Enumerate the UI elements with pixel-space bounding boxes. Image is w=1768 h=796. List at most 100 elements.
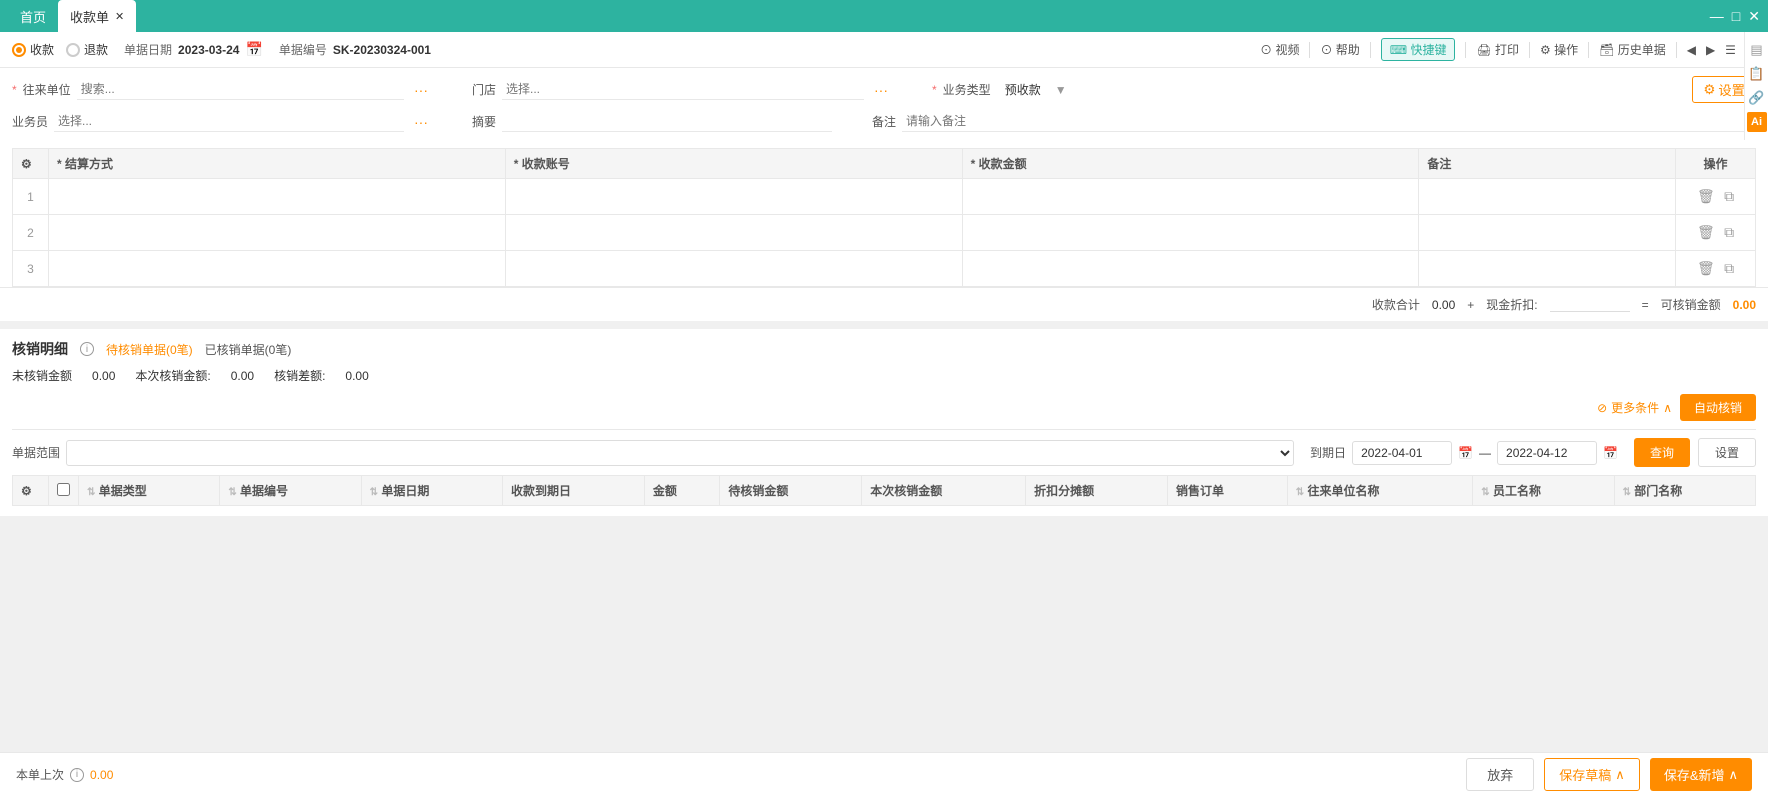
sidebar-ai-icon[interactable]: Ai xyxy=(1747,112,1767,132)
right-sidebar: ▤ 📋 🔗 Ai xyxy=(1744,32,1768,140)
row-2-account[interactable] xyxy=(505,215,962,251)
select-all-checkbox[interactable] xyxy=(57,483,70,496)
table-row: 2 🗑 ⧉ xyxy=(13,215,1756,251)
range-select[interactable] xyxy=(66,440,1294,466)
col-remark: 备注 xyxy=(1419,149,1676,179)
row-2-copy-icon[interactable]: ⧉ xyxy=(1721,224,1737,240)
counterparty-input[interactable] xyxy=(77,79,404,100)
chevron-up-icon: ∧ xyxy=(1663,401,1672,415)
row-2-remark[interactable] xyxy=(1419,215,1676,251)
tab-home[interactable]: 首页 xyxy=(8,0,58,32)
row-3-copy-icon[interactable]: ⧉ xyxy=(1721,260,1737,276)
current-label: 本次核销金额: xyxy=(135,367,210,384)
row-3-remark[interactable] xyxy=(1419,251,1676,287)
section-divider xyxy=(0,321,1768,329)
store-input[interactable] xyxy=(502,79,864,100)
row-1-settle[interactable] xyxy=(49,179,506,215)
tab-bar: 首页 收款单 ✕ — □ ✕ xyxy=(0,0,1768,32)
date-to-input[interactable] xyxy=(1497,441,1597,465)
tab-receipt[interactable]: 收款单 ✕ xyxy=(58,0,136,32)
current-value: 0.00 xyxy=(231,369,254,383)
history-btn[interactable]: 🗃 历史单据 xyxy=(1599,41,1666,58)
date-to-icon[interactable]: 📅 xyxy=(1603,446,1618,460)
total-value: 0.00 xyxy=(1432,298,1455,312)
tab-close-icon[interactable]: ✕ xyxy=(115,10,124,23)
doc-no-field: 单据编号 SK-20230324-001 xyxy=(279,41,431,58)
close-btn[interactable]: ✕ xyxy=(1748,8,1760,25)
bt-col-checkbox[interactable] xyxy=(49,476,79,506)
salesman-input[interactable] xyxy=(54,111,404,132)
help-btn[interactable]: ⊙ 帮助 xyxy=(1320,41,1359,58)
row-2-settle[interactable] xyxy=(49,215,506,251)
date-from-icon[interactable]: 📅 xyxy=(1458,446,1473,460)
store-more-btn[interactable]: ··· xyxy=(870,82,892,98)
due-date-label: 到期日 xyxy=(1310,444,1346,461)
radio-refund[interactable]: 退款 xyxy=(66,41,108,58)
bt-col-current: 本次核销金额 xyxy=(862,476,1026,506)
footer-buttons: 放弃 保存草稿 ∧ 保存&新增 ∧ xyxy=(1466,758,1752,791)
remark-label: 备注 xyxy=(872,113,896,130)
video-btn[interactable]: ⊙ 视频 xyxy=(1260,41,1299,58)
save-new-btn[interactable]: 保存&新增 ∧ xyxy=(1650,758,1752,791)
sidebar-table-icon[interactable]: ▤ xyxy=(1747,40,1767,60)
filter-settings-btn[interactable]: 设置 xyxy=(1698,438,1756,467)
doc-no-label: 单据编号 xyxy=(279,41,327,58)
counterparty-more-btn[interactable]: ··· xyxy=(410,82,432,98)
table-row: 3 🗑 ⧉ xyxy=(13,251,1756,287)
row-3-actions: 🗑 ⧉ xyxy=(1676,251,1756,287)
row-1-copy-icon[interactable]: ⧉ xyxy=(1721,188,1737,204)
print-btn[interactable]: 🖨 打印 xyxy=(1476,41,1519,58)
salesman-more-btn[interactable]: ··· xyxy=(410,114,432,130)
shortcut-btn[interactable]: ⌨ 快捷键 xyxy=(1381,38,1456,61)
ops-btn[interactable]: ⚙ 操作 xyxy=(1540,41,1578,58)
abandon-btn[interactable]: 放弃 xyxy=(1466,758,1534,791)
sidebar-clipboard-icon[interactable]: 📋 xyxy=(1747,64,1767,84)
divider-6 xyxy=(1676,42,1677,58)
bottom-table-wrapper: ⚙ ⇅ 单据类型 ⇅ 单据编号 ⇅ 单据日期 收款到期日 金额 待核销金额 本次… xyxy=(12,475,1756,506)
discount-input[interactable] xyxy=(1550,297,1630,312)
row-2-delete-icon[interactable]: 🗑 xyxy=(1694,224,1718,240)
reconcile-info-icon[interactable]: i xyxy=(80,342,94,356)
sidebar-link-icon[interactable]: 🔗 xyxy=(1747,88,1767,108)
more-conditions-btn[interactable]: ⊘ 更多条件 ∧ xyxy=(1597,399,1672,416)
minimize-btn[interactable]: — xyxy=(1710,8,1724,24)
diff-label: 核销差额: xyxy=(274,367,325,384)
nav-prev-icon[interactable]: ◀ xyxy=(1687,43,1696,57)
row-3-settle[interactable] xyxy=(49,251,506,287)
footer-info-icon[interactable]: i xyxy=(70,768,84,782)
row-1-amount[interactable] xyxy=(962,179,1419,215)
row-1-delete-icon[interactable]: 🗑 xyxy=(1694,188,1718,204)
auto-reconcile-btn[interactable]: 自动核销 xyxy=(1680,394,1756,421)
row-1-account[interactable] xyxy=(505,179,962,215)
biz-type-dropdown-icon[interactable]: ▼ xyxy=(1055,83,1067,97)
list-view-icon[interactable]: ☰ xyxy=(1725,43,1736,57)
col-gear[interactable]: ⚙ xyxy=(13,149,49,179)
remark-input[interactable] xyxy=(902,111,1756,132)
biz-type-value: 预收款 xyxy=(997,81,1049,98)
maximize-btn[interactable]: □ xyxy=(1732,8,1740,24)
row-3-account[interactable] xyxy=(505,251,962,287)
summary-label: 摘要 xyxy=(472,113,496,130)
doc-no-value: SK-20230324-001 xyxy=(333,43,431,57)
save-draft-btn[interactable]: 保存草稿 ∧ xyxy=(1544,758,1640,791)
reconcile-toolbar: ⊘ 更多条件 ∧ 自动核销 xyxy=(12,394,1756,421)
bt-col-gear[interactable]: ⚙ xyxy=(13,476,49,506)
query-btn[interactable]: 查询 xyxy=(1634,438,1690,467)
radio-receipt[interactable]: 收款 xyxy=(12,41,54,58)
receipt-table: ⚙ * 结算方式 * 收款账号 * 收款金额 备注 操作 1 🗑 xyxy=(12,148,1756,287)
row-2-amount[interactable] xyxy=(962,215,1419,251)
row-3-amount[interactable] xyxy=(962,251,1419,287)
date-from-input[interactable] xyxy=(1352,441,1452,465)
nav-next-icon[interactable]: ▶ xyxy=(1706,43,1715,57)
date-field: 单据日期 2023-03-24 📅 xyxy=(124,41,263,58)
pending-tab[interactable]: 待核销单据(0笔) xyxy=(106,341,193,358)
bt-col-pending: 待核销金额 xyxy=(720,476,862,506)
row-1-remark[interactable] xyxy=(1419,179,1676,215)
divider-4 xyxy=(1529,42,1530,58)
row-3-delete-icon[interactable]: 🗑 xyxy=(1694,260,1718,276)
bt-col-discount: 折扣分摊额 xyxy=(1026,476,1168,506)
date-picker-icon[interactable]: 📅 xyxy=(245,41,262,58)
completed-tab[interactable]: 已核销单据(0笔) xyxy=(205,341,292,358)
summary-input[interactable] xyxy=(502,111,832,132)
prev-value: 0.00 xyxy=(90,768,113,782)
